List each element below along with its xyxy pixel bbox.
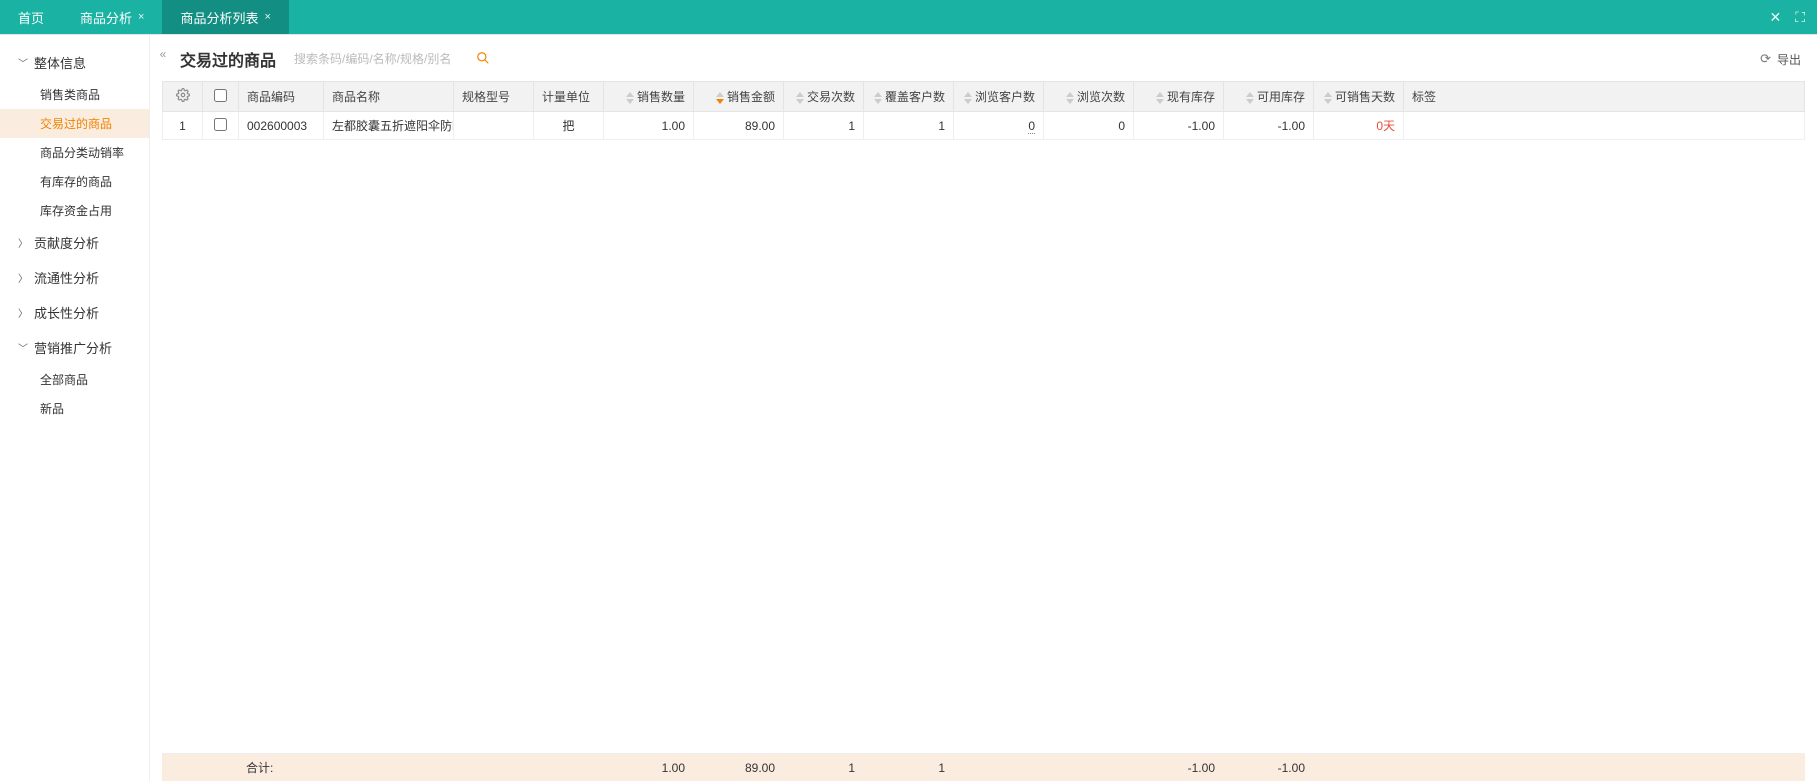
col-spec[interactable]: 规格型号 [454, 82, 534, 112]
col-cover-customers[interactable]: 覆盖客户数 [864, 82, 954, 112]
export-button[interactable]: ⟳ 导出 [1760, 51, 1801, 68]
sidebar-item-new-products[interactable]: 新品 [0, 394, 149, 423]
sidebar-group-marketing[interactable]: ﹀ 营销推广分析 [0, 330, 149, 365]
chevron-down-icon: ﹀ [18, 340, 28, 355]
tab-home[interactable]: 首页 [0, 0, 62, 34]
gear-icon [176, 91, 190, 105]
col-unit[interactable]: 计量单位 [534, 82, 604, 112]
fullscreen-icon[interactable]: ⛶ [1795, 9, 1805, 26]
col-browse-customers[interactable]: 浏览客户数 [954, 82, 1044, 112]
cell-browse-customers[interactable]: 0 [954, 112, 1044, 140]
col-product-name[interactable]: 商品名称 [324, 82, 454, 112]
cell-product-code: 002600003 [239, 112, 324, 140]
cell-tags [1404, 112, 1805, 140]
totals-sales-amount: 89.00 [693, 761, 783, 775]
row-index: 1 [163, 112, 203, 140]
export-icon: ⟳ [1760, 51, 1771, 67]
tab-label: 商品分析 [80, 8, 132, 27]
sidebar-item-stocked-products[interactable]: 有库存的商品 [0, 167, 149, 196]
totals-avail-stock: -1.00 [1223, 761, 1313, 775]
sidebar-item-inventory-funds[interactable]: 库存资金占用 [0, 196, 149, 225]
totals-sales-qty: 1.00 [603, 761, 693, 775]
cell-stock-on-hand: -1.00 [1134, 112, 1224, 140]
chevron-right-icon: 〉 [18, 305, 28, 320]
tab-product-analysis[interactable]: 商品分析 × [62, 0, 162, 34]
tab-bar: 首页 商品分析 × 商品分析列表 × ✕ ⛶ [0, 0, 1817, 34]
cell-product-name: 左都胶囊五折遮阳伞防晒伞; [324, 112, 454, 140]
chevron-right-icon: 〉 [18, 235, 28, 250]
tab-label: 商品分析列表 [180, 8, 258, 27]
close-icon[interactable]: × [264, 11, 270, 23]
cell-sales-amount: 89.00 [694, 112, 784, 140]
data-table: 商品编码 商品名称 规格型号 计量单位 销售数量 销售金额 交易次数 覆盖客户数… [162, 81, 1805, 140]
export-label: 导出 [1777, 51, 1801, 68]
cell-sales-qty: 1.00 [604, 112, 694, 140]
sidebar-group-label: 贡献度分析 [34, 233, 99, 252]
chevron-right-icon: 〉 [18, 270, 28, 285]
chevron-down-icon: ﹀ [18, 55, 28, 70]
sidebar: ﹀ 整体信息 销售类商品 交易过的商品 商品分类动销率 有库存的商品 库存资金占… [0, 35, 150, 781]
sidebar-group-label: 流通性分析 [34, 268, 99, 287]
sidebar-group-label: 营销推广分析 [34, 338, 112, 357]
cell-browse-count: 0 [1044, 112, 1134, 140]
col-sales-amount[interactable]: 销售金额 [694, 82, 784, 112]
sidebar-item-traded-products[interactable]: 交易过的商品 [0, 109, 149, 138]
col-tags[interactable]: 标签 [1404, 82, 1805, 112]
cell-trade-count: 1 [784, 112, 864, 140]
col-browse-count[interactable]: 浏览次数 [1044, 82, 1134, 112]
content-header: 交易过的商品 ⟳ 导出 [150, 35, 1817, 81]
cell-sale-days: 0天 [1314, 112, 1404, 140]
search-icon[interactable] [476, 51, 490, 68]
col-trade-count[interactable]: 交易次数 [784, 82, 864, 112]
col-product-code[interactable]: 商品编码 [239, 82, 324, 112]
cell-cover-customers: 1 [864, 112, 954, 140]
totals-label: 合计: [238, 759, 323, 776]
row-checkbox[interactable] [214, 118, 227, 131]
sidebar-group-liquidity[interactable]: 〉 流通性分析 [0, 260, 149, 295]
col-stock-on-hand[interactable]: 现有库存 [1134, 82, 1224, 112]
page-title: 交易过的商品 [180, 47, 276, 71]
totals-stock-on-hand: -1.00 [1133, 761, 1223, 775]
table-row[interactable]: 1 002600003 左都胶囊五折遮阳伞防晒伞; 把 1.00 89.00 1… [163, 112, 1805, 140]
close-all-icon[interactable]: ✕ [1769, 9, 1781, 26]
col-sales-qty[interactable]: 销售数量 [604, 82, 694, 112]
select-all-header[interactable] [203, 82, 239, 112]
totals-row: 合计: 1.00 89.00 1 1 -1.00 -1.00 [162, 753, 1805, 781]
sidebar-item-sales-products[interactable]: 销售类商品 [0, 80, 149, 109]
select-all-checkbox[interactable] [214, 89, 227, 102]
tab-product-analysis-list[interactable]: 商品分析列表 × [162, 0, 288, 34]
totals-trade-count: 1 [783, 761, 863, 775]
sidebar-group-label: 整体信息 [34, 53, 86, 72]
totals-cover-customers: 1 [863, 761, 953, 775]
sidebar-item-category-turnover[interactable]: 商品分类动销率 [0, 138, 149, 167]
column-settings-header[interactable] [163, 82, 203, 112]
sidebar-group-contribution[interactable]: 〉 贡献度分析 [0, 225, 149, 260]
cell-spec [454, 112, 534, 140]
sidebar-group-growth[interactable]: 〉 成长性分析 [0, 295, 149, 330]
close-icon[interactable]: × [138, 11, 144, 23]
search-input[interactable] [292, 48, 472, 70]
col-sale-days[interactable]: 可销售天数 [1314, 82, 1404, 112]
sidebar-group-overall[interactable]: ﹀ 整体信息 [0, 45, 149, 80]
tab-label: 首页 [18, 8, 44, 27]
cell-avail-stock: -1.00 [1224, 112, 1314, 140]
sidebar-item-all-products[interactable]: 全部商品 [0, 365, 149, 394]
sidebar-group-label: 成长性分析 [34, 303, 99, 322]
col-avail-stock[interactable]: 可用库存 [1224, 82, 1314, 112]
collapse-sidebar-button[interactable]: « [154, 45, 172, 63]
cell-unit: 把 [534, 112, 604, 140]
